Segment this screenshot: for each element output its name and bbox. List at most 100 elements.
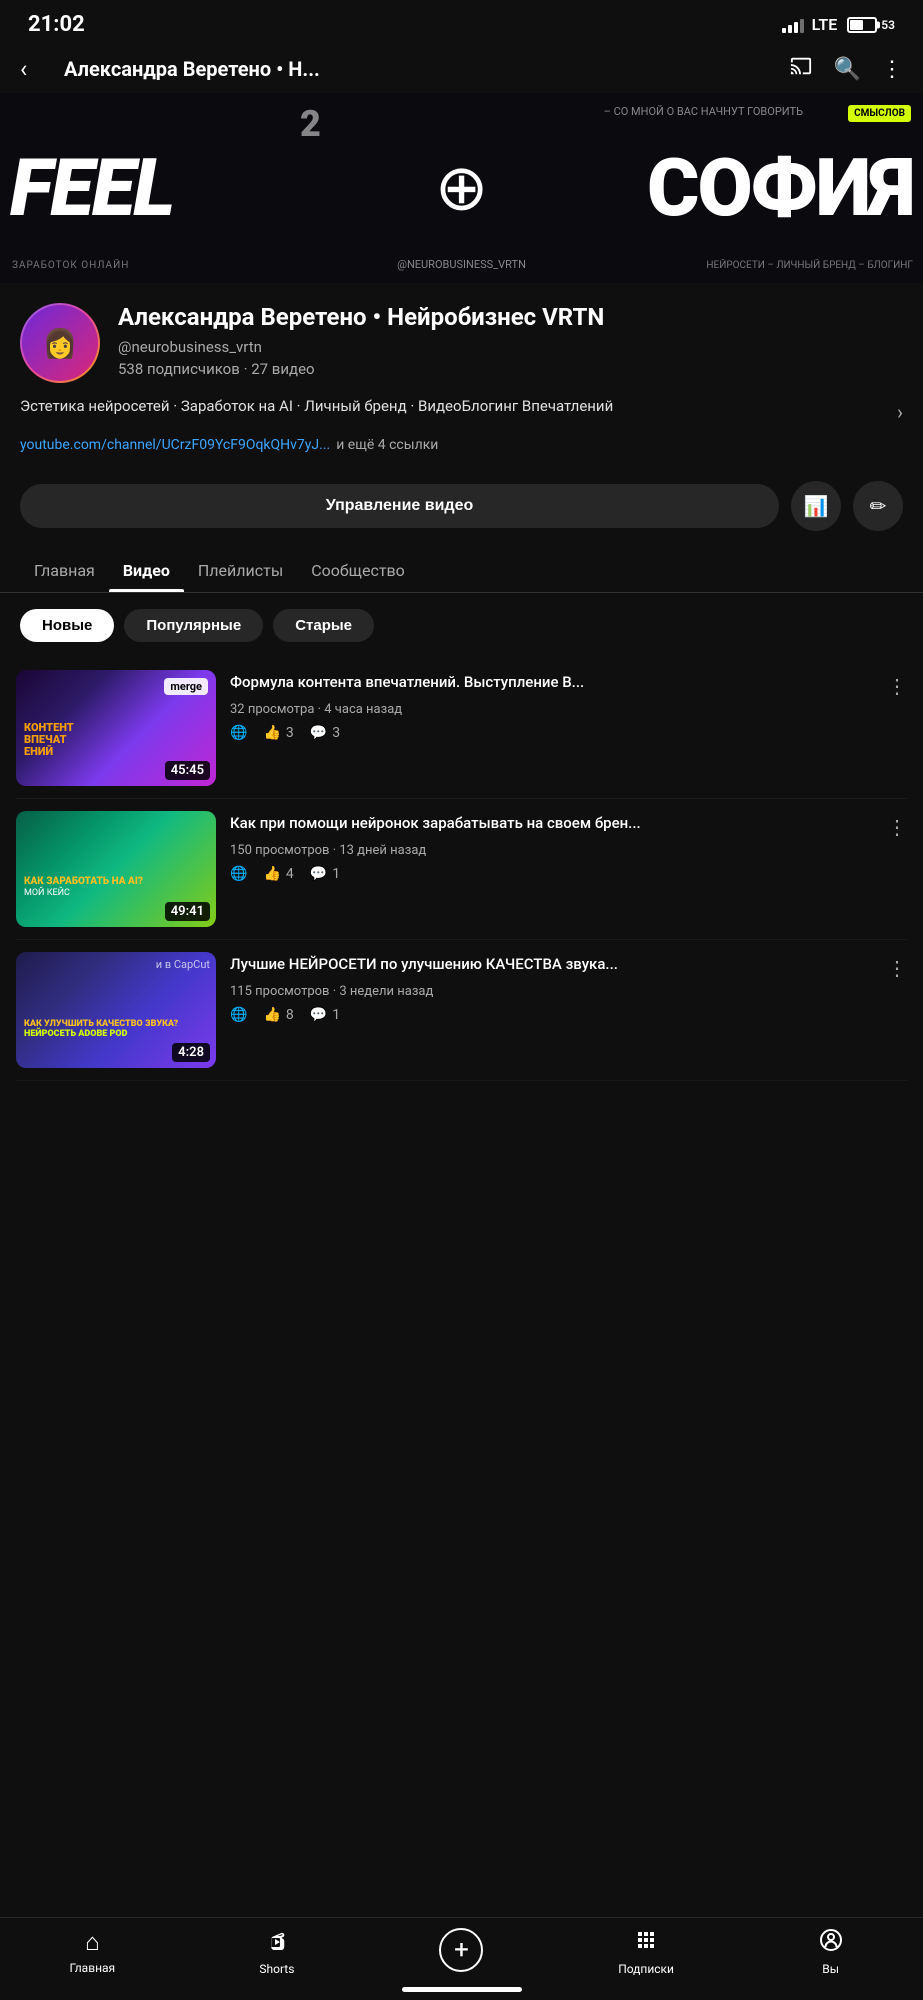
nav-add[interactable]: + [369,1928,554,1976]
cast-icon[interactable] [788,55,814,83]
channel-tabs: Главная Видео Плейлисты Сообщество [0,545,923,593]
tab-community[interactable]: Сообщество [297,545,419,592]
banner-neiroset-text: НЕЙРОСЕТИ – ЛИЧНЫЙ БРЕНД – БЛОГИНГ [706,260,913,271]
description-text: Эстетика нейросетей · Заработок на AI · … [20,395,889,418]
description-expand-icon[interactable]: › [897,397,903,427]
capcut-badge: и в CapCut [156,958,210,971]
nav-icons: 🔍 ⋮ [788,55,903,83]
video-more-icon[interactable]: ⋮ [887,954,907,980]
page-title: Александра Веретено • Н... [64,57,776,81]
video-title: Как при помощи нейронок зарабатывать на … [230,813,887,834]
cast-svg-icon [788,55,814,77]
video-more-icon[interactable]: ⋮ [887,672,907,698]
search-icon[interactable]: 🔍 [834,57,861,82]
video-meta: Лучшие НЕЙРОСЕТИ по улучшению КАЧЕСТВА з… [230,952,907,1023]
comment-count: 1 [332,866,340,882]
manage-video-button[interactable]: Управление видео [20,484,779,528]
banner-zarab-text: ЗАРАБОТОК ОНЛАЙН [12,260,129,271]
banner-top-text: – СО МНОЙ О ВАС НАЧНУТ ГОВОРИТЬ [604,105,803,118]
comment-item: 💬 3 [310,725,340,741]
lte-label: LTE [812,15,838,34]
stats-button[interactable]: 📊 [791,481,841,531]
channel-description[interactable]: Эстетика нейросетей · Заработок на AI · … [20,395,903,427]
nav-subscriptions[interactable]: Подписки [554,1928,739,1976]
video-list: КОНТЕНТВПЕЧАТЕНИЙ merge 45:45 Формула ко… [0,658,923,1081]
more-options-icon[interactable]: ⋮ [881,57,903,82]
channel-banner: – СО МНОЙ О ВАС НАЧНУТ ГОВОРИТЬ 2 СМЫСЛО… [0,93,923,283]
video-info: 32 просмотра · 4 часа назад [230,702,907,717]
you-nav-icon [819,1928,843,1958]
tab-home[interactable]: Главная [20,545,109,592]
video-item[interactable]: КАК УЛУЧШИТЬ КАЧЕСТВО ЗВУКА?НЕЙРОСЕТЬ AD… [16,940,907,1081]
battery-icon: 53 [847,17,895,33]
like-item: 👍 3 [263,725,293,741]
channel-avatar: 👩 [20,303,100,383]
top-nav: ‹ Александра Веретено • Н... 🔍 ⋮ [0,45,923,93]
channel-url: youtube.com/channel/UCrzF09YcF9OqkQHv7yJ… [20,437,330,453]
banner-sofia-text: СОФИЯ [647,141,913,235]
subscriptions-nav-icon [634,1928,658,1958]
globe-icon: 🌐 [230,725,247,741]
video-info: 115 просмотров · 3 недели назад [230,984,907,999]
like-icon: 👍 [263,725,280,741]
tab-videos[interactable]: Видео [109,545,184,592]
add-icon: + [454,1935,469,1965]
signal-bars-icon [782,17,804,33]
action-buttons: Управление видео 📊 ✏ [0,467,923,545]
home-nav-label: Главная [69,1961,115,1975]
like-item: 👍 8 [263,1007,293,1023]
like-icon: 👍 [263,1007,280,1023]
nav-you[interactable]: Вы [738,1928,923,1976]
video-actions: 🌐 👍 8 💬 1 [230,1007,907,1023]
channel-top-row: 👩 Александра Веретено • Нейробизнес VRTN… [20,303,903,383]
video-count: 27 видео [251,360,314,378]
video-item[interactable]: КАК ЗАРАБОТАТЬ НА AI?МОЙ КЕЙС 49:41 Как … [16,799,907,940]
video-item[interactable]: КОНТЕНТВПЕЧАТЕНИЙ merge 45:45 Формула ко… [16,658,907,799]
filter-popular[interactable]: Популярные [124,609,263,642]
edit-button[interactable]: ✏ [853,481,903,531]
comment-icon: 💬 [310,866,327,882]
filter-row: Новые Популярные Старые [0,593,923,658]
video-more-icon[interactable]: ⋮ [887,813,907,839]
banner-neurobiz-text: @NEUROBUSINESS_VRTN [397,258,526,271]
upload-time: 13 дней назад [339,843,426,858]
view-count: 115 просмотров [230,984,329,999]
channel-link[interactable]: youtube.com/channel/UCrzF09YcF9OqkQHv7yJ… [20,437,903,453]
video-thumbnail: КАК ЗАРАБОТАТЬ НА AI?МОЙ КЕЙС 49:41 [16,811,216,927]
banner-num: 2 [300,103,321,145]
tab-playlists[interactable]: Плейлисты [184,545,297,592]
home-indicator [402,1979,522,1992]
channel-stats: 538 подписчиков · 27 видео [118,360,903,378]
add-button[interactable]: + [439,1928,483,1972]
like-item: 👍 4 [263,866,293,882]
comment-count: 3 [332,725,340,741]
video-duration: 49:41 [165,902,210,921]
comment-count: 1 [332,1007,340,1023]
globe-icon: 🌐 [230,866,247,882]
upload-time: 3 недели назад [339,984,433,999]
status-time: 21:02 [28,12,85,37]
channel-name-block: Александра Веретено • Нейробизнес VRTN @… [118,303,903,378]
video-duration: 4:28 [172,1043,210,1062]
upload-time: 4 часа назад [324,702,402,717]
nav-shorts[interactable]: Shorts [185,1928,370,1976]
filter-new[interactable]: Новые [20,609,114,642]
channel-info: 👩 Александра Веретено • Нейробизнес VRTN… [0,283,923,467]
comment-icon: 💬 [310,725,327,741]
thumb-label: КАК УЛУЧШИТЬ КАЧЕСТВО ЗВУКА?НЕЙРОСЕТЬ AD… [24,1020,178,1040]
channel-name: Александра Веретено • Нейробизнес VRTN [118,303,903,332]
like-count: 4 [286,866,294,882]
banner-compass-icon: ⊕ [435,151,489,226]
visibility-icon-item: 🌐 [230,866,247,882]
video-title: Формула контента впечатлений. Выступлени… [230,672,887,693]
back-icon[interactable]: ‹ [20,55,52,83]
filter-old[interactable]: Старые [273,609,374,642]
nav-home[interactable]: ⌂ Главная [0,1928,185,1976]
visibility-icon-item: 🌐 [230,725,247,741]
visibility-icon-item: 🌐 [230,1007,247,1023]
status-bar: 21:02 LTE 53 [0,0,923,45]
like-count: 3 [286,725,294,741]
like-count: 8 [286,1007,294,1023]
shorts-nav-label: Shorts [259,1962,294,1976]
channel-handle: @neurobusiness_vrtn [118,338,903,356]
